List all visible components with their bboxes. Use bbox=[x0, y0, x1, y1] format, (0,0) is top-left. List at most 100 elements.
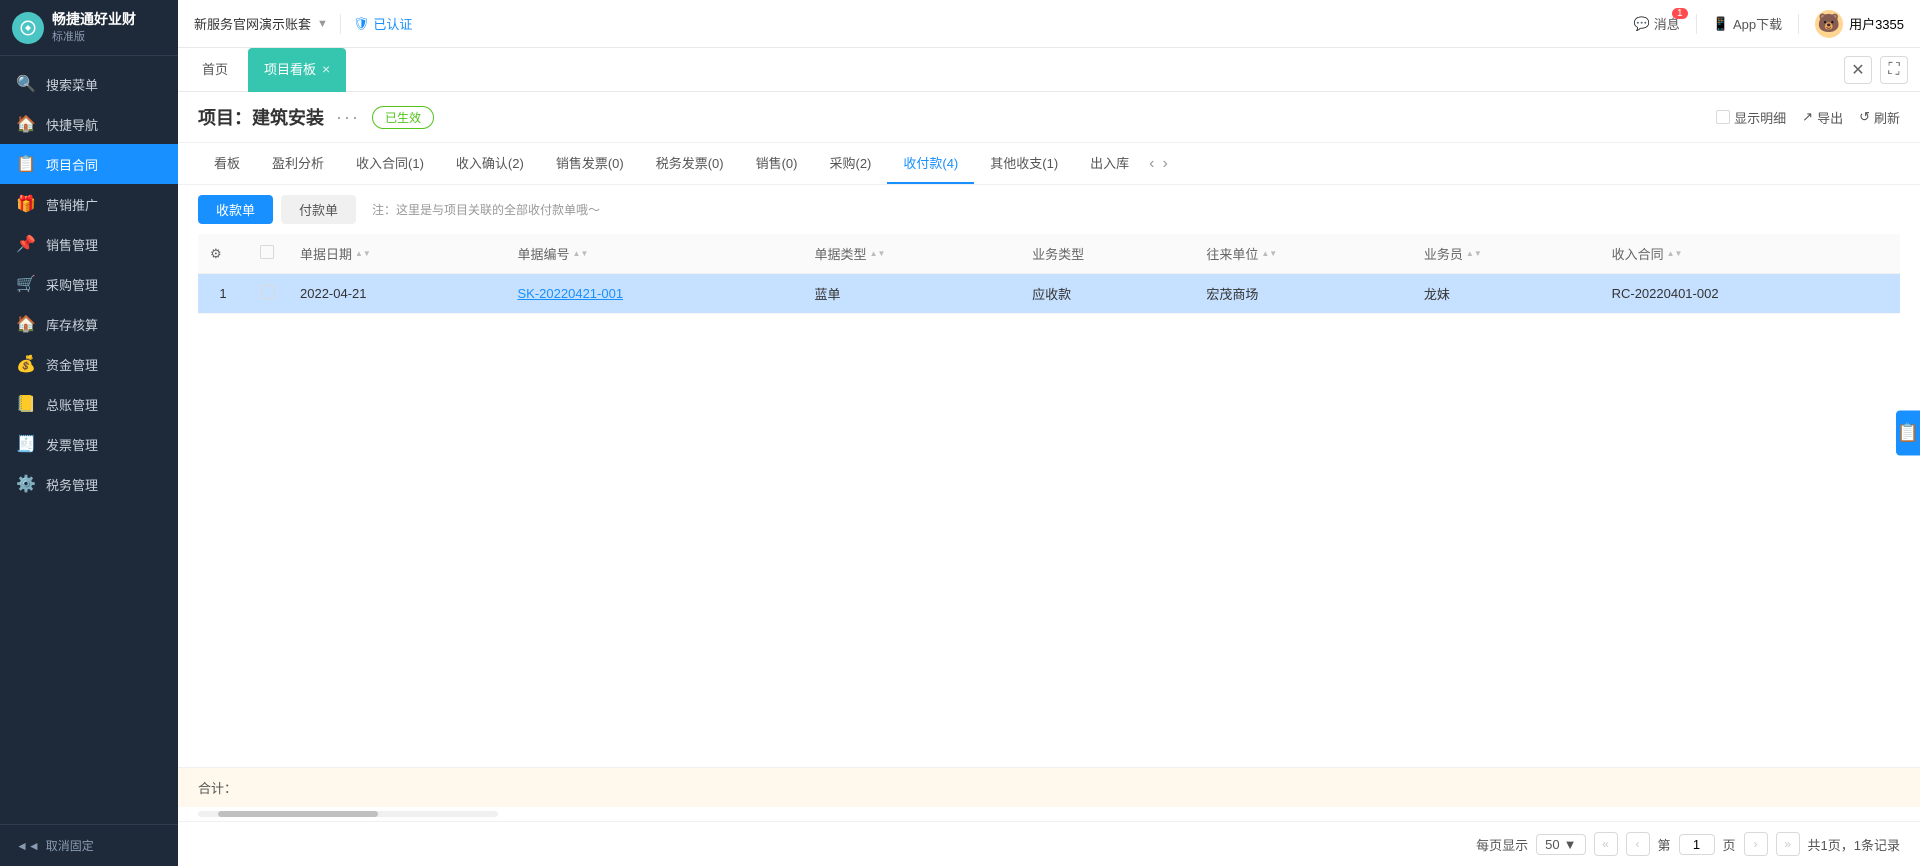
first-page-button[interactable]: « bbox=[1594, 832, 1618, 856]
sidebar-item-marketing[interactable]: 🎁营销推广 bbox=[0, 184, 178, 224]
refresh-button[interactable]: ↺ 刷新 bbox=[1859, 108, 1900, 127]
tab-stock-inout[interactable]: 出入库 bbox=[1074, 143, 1145, 184]
last-page-button[interactable]: » bbox=[1776, 832, 1800, 856]
next-page-button[interactable]: › bbox=[1744, 832, 1768, 856]
tab-tax-invoice[interactable]: 税务发票(0) bbox=[640, 143, 740, 184]
search-icon: 🔍 bbox=[16, 74, 36, 94]
message-badge: 1 bbox=[1672, 8, 1688, 19]
ledger-mgmt-icon: 📒 bbox=[16, 394, 36, 414]
sales-mgmt-icon: 📌 bbox=[16, 234, 36, 254]
tab-sales-invoice[interactable]: 销售发票(0) bbox=[540, 143, 640, 184]
sidebar-unpin[interactable]: ◄◄ 取消固定 bbox=[0, 824, 178, 866]
tab-close-icon[interactable]: × bbox=[322, 61, 330, 77]
tab-home[interactable]: 首页 bbox=[186, 48, 244, 92]
row-checkbox-0[interactable] bbox=[261, 285, 275, 299]
tab-income-contract[interactable]: 收入合同(1) bbox=[340, 143, 440, 184]
right-panel-icon: 📋 bbox=[1897, 423, 1919, 444]
sidebar-item-quick-nav[interactable]: 🏠快捷导航 bbox=[0, 104, 178, 144]
th-partner[interactable]: 往来单位 ▲▼ bbox=[1194, 234, 1412, 274]
prev-page-button[interactable]: ‹ bbox=[1626, 832, 1650, 856]
cell-doc-no[interactable]: SK-20220421-001 bbox=[506, 274, 803, 314]
page-number-input[interactable] bbox=[1679, 834, 1715, 855]
sidebar: 畅捷通好业财 标准版 🔍搜索菜单🏠快捷导航📋项目合同🎁营销推广📌销售管理🛒采购管… bbox=[0, 0, 178, 866]
sidebar-item-label-ledger-mgmt: 总账管理 bbox=[46, 395, 98, 414]
sidebar-menu: 🔍搜索菜单🏠快捷导航📋项目合同🎁营销推广 📌 销售管理 🛒采购管理🏠库存核算💰资金管理… bbox=[0, 56, 178, 824]
sidebar-item-tax-mgmt[interactable]: ⚙️税务管理 bbox=[0, 464, 178, 504]
settings-icon[interactable]: ⚙ bbox=[210, 246, 222, 261]
app-download-button[interactable]: 📱 App下载 bbox=[1713, 14, 1782, 33]
app-download-label: App下载 bbox=[1733, 14, 1782, 33]
select-all-checkbox[interactable] bbox=[260, 245, 274, 259]
account-selector[interactable]: 新服务官网演示账套 ▼ bbox=[194, 14, 328, 33]
show-detail-toggle[interactable]: 显示明细 bbox=[1716, 108, 1786, 127]
cell-checkbox[interactable] bbox=[248, 274, 288, 314]
sidebar-item-label-quick-nav: 快捷导航 bbox=[46, 115, 98, 134]
sub-tab-payment[interactable]: 付款单 bbox=[281, 195, 356, 224]
sidebar-item-search[interactable]: 🔍搜索菜单 bbox=[0, 64, 178, 104]
doc-type-sort[interactable]: ▲▼ bbox=[870, 250, 886, 258]
receipt-table: ⚙ 单据日期 ▲▼ 单据编号 bbox=[198, 234, 1900, 314]
sidebar-item-ledger-mgmt[interactable]: 📒 总账管理 bbox=[0, 384, 178, 424]
th-doc-no[interactable]: 单据编号 ▲▼ bbox=[506, 234, 803, 274]
project-more-button[interactable]: ··· bbox=[336, 107, 360, 128]
sidebar-item-label-tax-mgmt: 税务管理 bbox=[46, 475, 98, 494]
sidebar-item-label-purchase-mgmt: 采购管理 bbox=[46, 275, 98, 294]
export-button[interactable]: ↗ 导出 bbox=[1802, 108, 1843, 127]
marketing-icon: 🎁 bbox=[16, 194, 36, 214]
sub-tab-receipt[interactable]: 收款单 bbox=[198, 195, 273, 224]
close-window-button[interactable]: ✕ bbox=[1844, 56, 1872, 84]
sidebar-item-sales-mgmt[interactable]: 📌 销售管理 bbox=[0, 224, 178, 264]
doc-no-sort[interactable]: ▲▼ bbox=[573, 250, 589, 258]
cell-biz-type: 应收款 bbox=[1020, 274, 1194, 314]
th-income-contract[interactable]: 收入合同 ▲▼ bbox=[1600, 234, 1900, 274]
tabbar: 首页 项目看板 × ✕ ⛶ bbox=[178, 48, 1920, 92]
expand-window-button[interactable]: ⛶ bbox=[1880, 56, 1908, 84]
page-size-select[interactable]: 50 ▼ bbox=[1536, 834, 1585, 855]
scroll-thumb[interactable] bbox=[218, 811, 378, 817]
sidebar-item-label-fund-mgmt: 资金管理 bbox=[46, 355, 98, 374]
tab-project-board[interactable]: 项目看板 × bbox=[248, 48, 346, 92]
sidebar-item-purchase-mgmt[interactable]: 🛒采购管理 bbox=[0, 264, 178, 304]
tab-income-confirm[interactable]: 收入确认(2) bbox=[440, 143, 540, 184]
doc-date-sort[interactable]: ▲▼ bbox=[355, 250, 371, 258]
user-menu[interactable]: 🐻 用户3355 bbox=[1815, 10, 1904, 38]
tabbar-controls: ✕ ⛶ bbox=[1844, 56, 1920, 84]
message-button[interactable]: 💬 消息 1 bbox=[1634, 14, 1680, 33]
sidebar-item-fund-mgmt[interactable]: 💰资金管理 bbox=[0, 344, 178, 384]
phone-icon: 📱 bbox=[1713, 16, 1729, 32]
nav-tabs: 看板 盈利分析 收入合同(1) 收入确认(2) 销售发票(0) 税务发票(0) … bbox=[178, 143, 1920, 185]
tab-kanban[interactable]: 看板 bbox=[198, 143, 256, 184]
project-status-badge: 已生效 bbox=[372, 106, 434, 129]
sidebar-item-label-sales-mgmt: 销售管理 bbox=[46, 235, 98, 254]
shield-icon: 🛡 bbox=[353, 16, 370, 32]
show-detail-checkbox[interactable] bbox=[1716, 110, 1730, 124]
tab-receipt-payment[interactable]: 收付款(4) bbox=[887, 143, 974, 184]
show-detail-label: 显示明细 bbox=[1734, 108, 1786, 127]
scrollbar-row bbox=[178, 807, 1920, 821]
table-row[interactable]: 1 2022-04-21 SK-20220421-001 蓝单 应收款 宏茂商场… bbox=[198, 274, 1900, 314]
nav-next-arrow[interactable]: › bbox=[1159, 155, 1172, 173]
th-salesperson[interactable]: 业务员 ▲▼ bbox=[1412, 234, 1600, 274]
th-settings[interactable]: ⚙ bbox=[198, 234, 248, 274]
nav-prev-arrow[interactable]: ‹ bbox=[1145, 155, 1158, 173]
tab-sales[interactable]: 销售(0) bbox=[740, 143, 814, 184]
th-doc-date[interactable]: 单据日期 ▲▼ bbox=[288, 234, 506, 274]
tab-profit[interactable]: 盈利分析 bbox=[256, 143, 340, 184]
partner-sort[interactable]: ▲▼ bbox=[1261, 250, 1277, 258]
scroll-track[interactable] bbox=[198, 811, 498, 817]
project-header-actions: 显示明细 ↗ 导出 ↺ 刷新 bbox=[1716, 108, 1900, 127]
pagination: 每页显示 50 ▼ « ‹ 第 页 › » 共1页，1条记录 bbox=[178, 821, 1920, 866]
sidebar-item-project-contract[interactable]: 📋项目合同 bbox=[0, 144, 178, 184]
table-total: 合计： bbox=[178, 767, 1920, 807]
th-checkbox[interactable] bbox=[248, 234, 288, 274]
th-doc-type[interactable]: 单据类型 ▲▼ bbox=[803, 234, 1021, 274]
tab-other-expense[interactable]: 其他收支(1) bbox=[974, 143, 1074, 184]
sidebar-item-invoice-mgmt[interactable]: 🧾发票管理 bbox=[0, 424, 178, 464]
doc-no-link[interactable]: SK-20220421-001 bbox=[518, 286, 624, 301]
tab-purchase[interactable]: 采购(2) bbox=[813, 143, 887, 184]
account-name: 新服务官网演示账套 bbox=[194, 14, 311, 33]
salesperson-sort[interactable]: ▲▼ bbox=[1466, 250, 1482, 258]
income-contract-sort[interactable]: ▲▼ bbox=[1667, 250, 1683, 258]
sidebar-item-inventory[interactable]: 🏠库存核算 bbox=[0, 304, 178, 344]
right-panel-button[interactable]: 📋 bbox=[1896, 411, 1920, 456]
